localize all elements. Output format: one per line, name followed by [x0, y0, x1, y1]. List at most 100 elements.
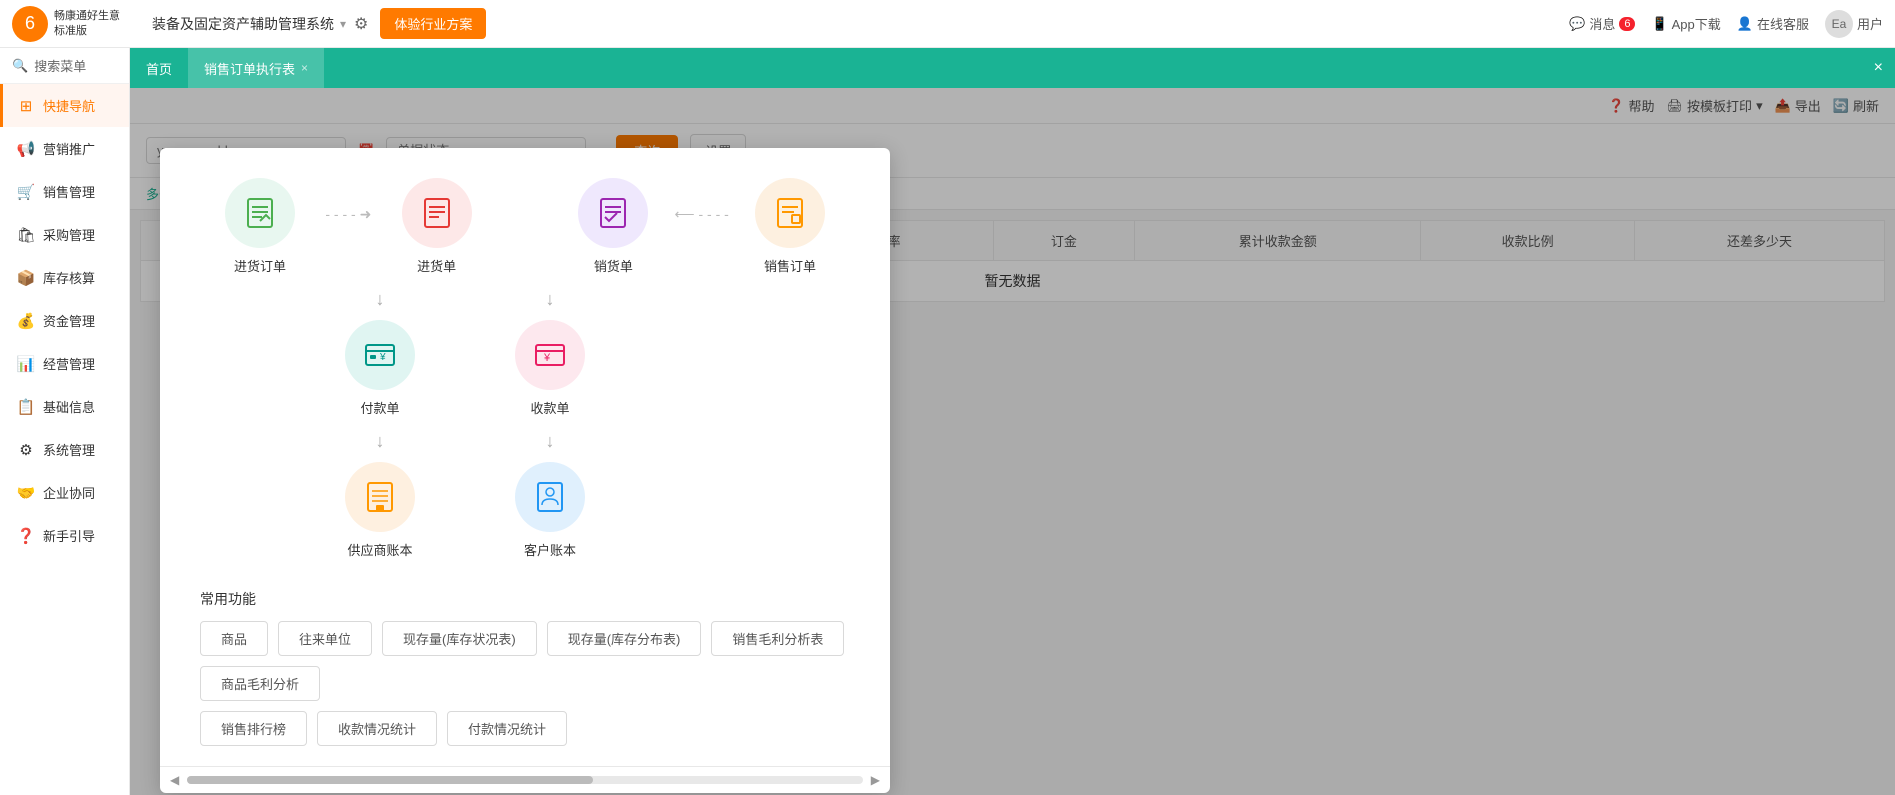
system-icon: ⚙: [17, 441, 35, 459]
sidebar-item-newbie[interactable]: ❓ 新手引导: [0, 514, 129, 557]
sidebar-item-quick-nav[interactable]: ⊞ 快捷导航: [0, 84, 129, 127]
purchase-order-circle: [225, 178, 295, 248]
content-area: 首页 销售订单执行表 × × ❓ 帮助 🖨 按: [130, 48, 1895, 795]
quick-nav-icon: ⊞: [17, 97, 35, 115]
scroll-left-button[interactable]: ◀: [170, 773, 179, 787]
logo-icon: 6: [12, 6, 48, 42]
common-btn-receipt-stats[interactable]: 收款情况统计: [317, 711, 437, 746]
sidebar-item-purchase[interactable]: 🛍 采购管理: [0, 213, 129, 256]
sidebar-item-sales[interactable]: 🛒 销售管理: [0, 170, 129, 213]
enterprise-icon: 🤝: [17, 484, 35, 502]
flow-node-purchase-order[interactable]: 进货订单: [200, 178, 320, 275]
payment-circle: ¥: [345, 320, 415, 390]
message-icon: 💬: [1569, 16, 1585, 32]
logo-area: 6 畅康通好生意 标准版: [12, 6, 142, 42]
common-btn-payment-stats[interactable]: 付款情况统计: [447, 711, 567, 746]
arrow-sales-order-to-bill: ⟵ - - - -: [673, 206, 730, 247]
arrow-down-payment: ↓: [320, 427, 440, 452]
tab-sales-order[interactable]: 销售订单执行表 ×: [188, 48, 324, 88]
scroll-right-button[interactable]: ▶: [871, 773, 880, 787]
tab-close-all-icon[interactable]: ×: [1862, 59, 1895, 77]
logo-text: 畅康通好生意 标准版: [54, 9, 120, 38]
flow-modal: 进货订单 - - - - ➜ 进货单: [160, 148, 890, 793]
flow-node-supplier-account[interactable]: 供应商账本: [320, 462, 440, 559]
sidebar-item-system[interactable]: ⚙ 系统管理: [0, 428, 129, 471]
flow-node-customer-account[interactable]: 客户账本: [490, 462, 610, 559]
top-right-actions: 💬 消息 6 📱 App下载 👤 在线客服 Ea 用户: [1569, 10, 1883, 38]
flow-row-3: 供应商账本 客户账本: [200, 462, 850, 559]
common-buttons-row: 商品 往来单位 现存量(库存状况表) 现存量(库存分布表) 销售毛利分析表 商品…: [200, 621, 850, 701]
tab-close-icon[interactable]: ×: [301, 61, 308, 75]
flow-arrows-row2: ↓ ↓: [200, 427, 850, 452]
arrow-down-sales: ↓: [490, 285, 610, 310]
arrow-down-purchase: ↓: [320, 285, 440, 310]
sidebar: 🔍 搜索菜单 ⊞ 快捷导航 📢 营销推广 🛒 销售管理 🛍 采购管理 📦: [0, 48, 130, 795]
top-bar: 6 畅康通好生意 标准版 装备及固定资产辅助管理系统 ▾ ⚙ 体验行业方案 💬 …: [0, 0, 1895, 48]
flow-arrows-row: ↓ ↓: [200, 285, 850, 310]
sales-icon: 🛒: [17, 183, 35, 201]
download-icon: 📱: [1651, 16, 1667, 32]
title-dropdown-arrow[interactable]: ▾: [340, 17, 346, 31]
main-area: 🔍 搜索菜单 ⊞ 快捷导航 📢 营销推广 🛒 销售管理 🛍 采购管理 📦: [0, 48, 1895, 795]
common-btn-sales-rank[interactable]: 销售排行榜: [200, 711, 307, 746]
customer-account-circle: [515, 462, 585, 532]
sidebar-item-finance[interactable]: 💰 资金管理: [0, 299, 129, 342]
sidebar-item-basic-info[interactable]: 📋 基础信息: [0, 385, 129, 428]
flow-node-purchase-bill[interactable]: 进货单: [377, 178, 497, 275]
common-btn-product[interactable]: 商品: [200, 621, 268, 656]
common-btn-sales-margin[interactable]: 销售毛利分析表: [711, 621, 844, 656]
app-download-button[interactable]: 📱 App下载: [1651, 14, 1720, 33]
common-functions-section: 常用功能 商品 往来单位 现存量(库存状况表) 现存量(库存分布表) 销售毛利分…: [160, 589, 890, 766]
scroll-area: ◀ ▶: [160, 766, 890, 793]
sales-bill-circle: [578, 178, 648, 248]
marketing-icon: 📢: [17, 140, 35, 158]
tab-home[interactable]: 首页: [130, 48, 188, 88]
message-badge: 6: [1619, 17, 1635, 31]
search-menu-button[interactable]: 🔍 搜索菜单: [0, 48, 129, 84]
common-buttons-row2: 销售排行榜 收款情况统计 付款情况统计: [200, 711, 850, 746]
common-btn-supplier[interactable]: 往来单位: [278, 621, 372, 656]
gear-icon[interactable]: ⚙: [354, 14, 368, 34]
tab-bar: 首页 销售订单执行表 × ×: [130, 48, 1895, 88]
app-wrapper: 6 畅康通好生意 标准版 装备及固定资产辅助管理系统 ▾ ⚙ 体验行业方案 💬 …: [0, 0, 1895, 795]
experience-button[interactable]: 体验行业方案: [380, 8, 486, 39]
flow-node-receipt[interactable]: ¥ 收款单: [490, 320, 610, 417]
sidebar-item-inventory[interactable]: 📦 库存核算: [0, 256, 129, 299]
search-icon: 🔍: [12, 58, 28, 74]
inventory-icon: 📦: [17, 269, 35, 287]
arrow-down-receipt: ↓: [490, 427, 610, 452]
avatar: Ea: [1825, 10, 1853, 38]
common-functions-title: 常用功能: [200, 589, 850, 609]
online-service-button[interactable]: 👤 在线客服: [1737, 14, 1809, 33]
newbie-icon: ❓: [17, 527, 35, 545]
basic-info-icon: 📋: [17, 398, 35, 416]
modal-overlay: 进货订单 - - - - ➜ 进货单: [130, 88, 1895, 795]
app-title: 装备及固定资产辅助管理系统: [152, 14, 334, 34]
supplier-account-circle: [345, 462, 415, 532]
finance-icon: 💰: [17, 312, 35, 330]
flow-diagram-area: 进货订单 - - - - ➜ 进货单: [160, 148, 890, 589]
common-btn-stock-status[interactable]: 现存量(库存状况表): [382, 621, 537, 656]
common-btn-product-margin[interactable]: 商品毛利分析: [200, 666, 320, 701]
arrow-purchase-order-to-bill: - - - - ➜: [320, 206, 377, 247]
receipt-circle: ¥: [515, 320, 585, 390]
flow-row-2: ¥ 付款单 ¥ 收款单: [200, 320, 850, 417]
operations-icon: 📊: [17, 355, 35, 373]
message-button[interactable]: 💬 消息 6: [1569, 14, 1635, 33]
scroll-track[interactable]: [187, 776, 863, 784]
flow-row-1: 进货订单 - - - - ➜ 进货单: [200, 178, 850, 275]
flow-node-sales-bill[interactable]: 销货单: [553, 178, 673, 275]
common-btn-stock-dist[interactable]: 现存量(库存分布表): [547, 621, 702, 656]
sidebar-item-operations[interactable]: 📊 经营管理: [0, 342, 129, 385]
svg-text:¥: ¥: [543, 352, 551, 364]
app-title-area: 装备及固定资产辅助管理系统 ▾ ⚙ 体验行业方案: [142, 8, 1569, 39]
service-icon: 👤: [1737, 16, 1753, 32]
sidebar-item-enterprise[interactable]: 🤝 企业协同: [0, 471, 129, 514]
sidebar-item-marketing[interactable]: 📢 营销推广: [0, 127, 129, 170]
flow-node-sales-order[interactable]: 销售订单: [730, 178, 850, 275]
flow-node-payment[interactable]: ¥ 付款单: [320, 320, 440, 417]
sales-order-circle: [755, 178, 825, 248]
user-menu[interactable]: Ea 用户: [1825, 10, 1883, 38]
main-content: ❓ 帮助 🖨 按模板打印 ▾ 📤 导出 🔄 刷新: [130, 88, 1895, 795]
scroll-thumb: [187, 776, 592, 784]
